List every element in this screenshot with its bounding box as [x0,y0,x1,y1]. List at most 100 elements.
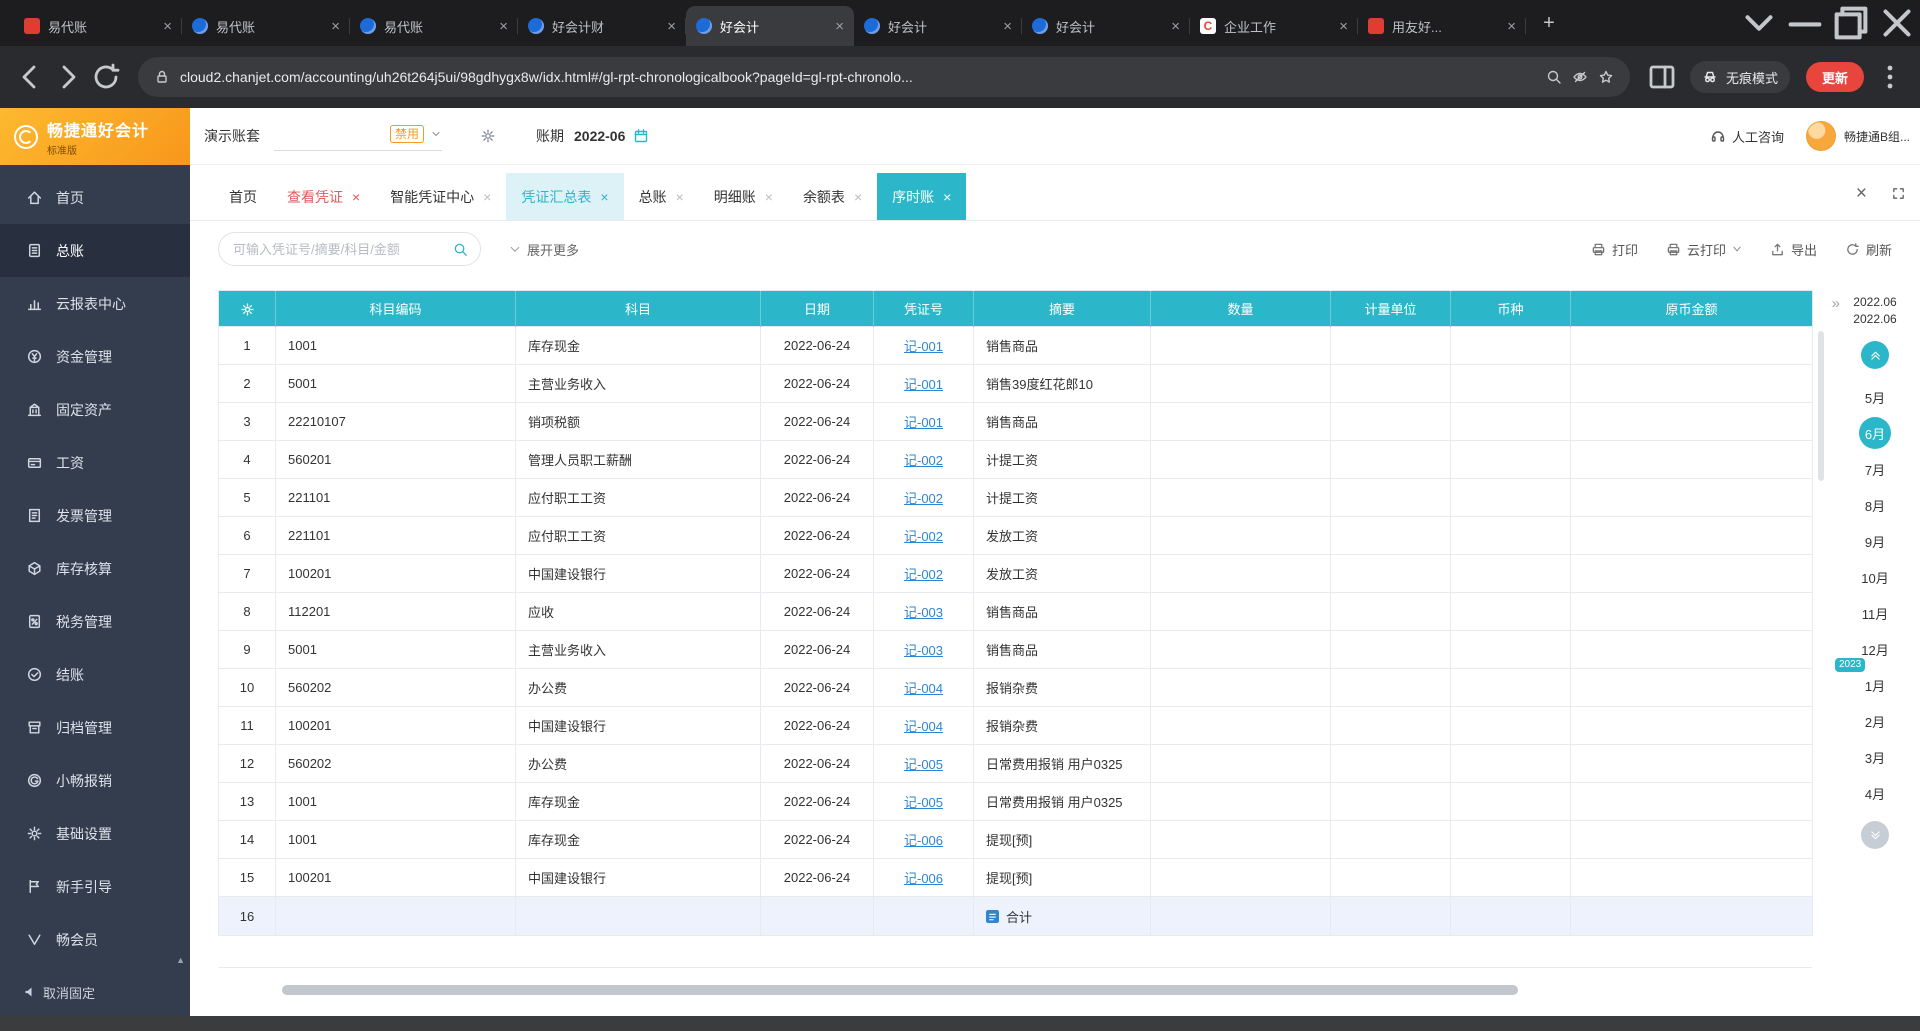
browser-tab-yidaizhang-3[interactable]: 易代账 × [350,6,518,46]
sidebar-item-reimburse[interactable]: 小畅报销 [0,754,190,807]
gear-icon[interactable] [480,128,496,144]
search-icon[interactable] [453,242,468,257]
expand-more-button[interactable]: 展开更多 [509,240,579,259]
unpin-sidebar-button[interactable]: 取消固定 [0,971,190,1013]
sidebar-item-closing[interactable]: 结账 [0,648,190,701]
voucher-link[interactable]: 记-002 [904,529,943,544]
voucher-link[interactable]: 记-003 [904,643,943,658]
workspace-tab-voucher-summary[interactable]: 凭证汇总表 × [506,173,624,220]
workspace-tab-general-ledger[interactable]: 总账 × [624,173,699,220]
tab-close-icon[interactable]: × [667,19,676,34]
voucher-link[interactable]: 记-004 [904,719,943,734]
browser-tab-haokuaiji-2[interactable]: 好会计 × [854,6,1022,46]
sidebar-item-settings[interactable]: 基础设置 [0,807,190,860]
browser-tab-haokuaiji-3[interactable]: 好会计 × [1022,6,1190,46]
workspace-tab-view-voucher[interactable]: 查看凭证 × [272,173,375,220]
month-item-2[interactable]: 6月 [1843,415,1907,451]
search-input[interactable] [233,241,445,257]
maximize-icon[interactable] [1828,0,1874,46]
browser-tab-haokuaiji-cai[interactable]: 好会计财 × [518,6,686,46]
tab-close-icon[interactable]: × [1003,19,1012,34]
reload-icon[interactable] [90,61,122,93]
search-box[interactable] [218,232,481,266]
sidebar-item-tax[interactable]: 税务管理 [0,595,190,648]
sidebar-item-general-ledger[interactable]: 总账 [0,224,190,277]
close-all-tabs-icon[interactable]: × [1856,184,1867,203]
browser-tab-yidaizhang-1[interactable]: 易代账 × [14,6,182,46]
menu-dots-icon[interactable] [1874,61,1906,93]
voucher-link[interactable]: 记-006 [904,833,943,848]
update-button[interactable]: 更新 [1805,62,1864,92]
month-item-10[interactable]: 2月 [1843,703,1907,739]
chevron-down-icon[interactable] [430,128,442,140]
workspace-tab-balance-table[interactable]: 余额表 × [788,173,877,220]
tab-close-icon[interactable]: × [352,190,360,204]
sidebar-item-inventory[interactable]: 库存核算 [0,542,190,595]
tab-close-icon[interactable]: × [1339,19,1348,34]
tab-close-icon[interactable]: × [163,19,172,34]
month-item-3[interactable]: 7月 [1843,451,1907,487]
collapse-month-panel-icon[interactable]: » [1832,295,1840,312]
horizontal-scrollbar[interactable] [282,985,1518,995]
voucher-link[interactable]: 记-006 [904,871,943,886]
tab-close-icon[interactable]: × [943,190,951,204]
tab-close-icon[interactable]: × [483,190,491,204]
user-avatar[interactable] [1805,121,1836,151]
month-item-12[interactable]: 4月 [1843,775,1907,811]
forward-icon[interactable] [52,61,84,93]
workspace-tab-detail-ledger[interactable]: 明细账 × [699,173,788,220]
voucher-link[interactable]: 记-005 [904,795,943,810]
column-settings-header[interactable] [218,290,276,327]
month-item-4[interactable]: 8月 [1843,487,1907,523]
month-item-7[interactable]: 11月 [1843,595,1907,631]
month-item-6[interactable]: 10月 [1843,559,1907,595]
tab-close-icon[interactable]: × [499,19,508,34]
workspace-tab-chronological-ledger[interactable]: 序时账 × [877,173,967,220]
print-button[interactable]: 打印 [1591,240,1638,259]
sidebar-item-archive[interactable]: 归档管理 [0,701,190,754]
sidebar-item-fixed-assets[interactable]: 固定资产 [0,383,190,436]
sidebar-item-home[interactable]: 首页 [0,171,190,224]
voucher-link[interactable]: 记-003 [904,605,943,620]
month-item-9[interactable]: 2023 1月 [1835,658,1907,703]
voucher-link[interactable]: 记-002 [904,453,943,468]
tab-search-chevron-icon[interactable] [1736,0,1782,46]
sidebar-item-cloud-reports[interactable]: 云报表中心 [0,277,190,330]
support-button[interactable]: 人工咨询 [1710,127,1784,146]
fullscreen-icon[interactable] [1891,186,1906,201]
browser-tab-yongyouhao[interactable]: 用友好... × [1358,6,1526,46]
new-tab-icon[interactable]: + [1534,8,1564,38]
scroll-months-up-button[interactable] [1861,341,1889,369]
star-icon[interactable] [1598,69,1614,85]
tab-close-icon[interactable]: × [600,190,608,204]
voucher-link[interactable]: 记-001 [904,415,943,430]
month-item-11[interactable]: 3月 [1843,739,1907,775]
voucher-link[interactable]: 记-005 [904,757,943,772]
table-vertical-scrollbar[interactable] [1818,331,1824,481]
minimize-icon[interactable] [1782,0,1828,46]
tab-close-icon[interactable]: × [331,19,340,34]
workspace-tab-smart-voucher-center[interactable]: 智能凭证中心 × [375,173,506,220]
cloud-print-button[interactable]: 云打印 [1666,240,1742,259]
address-bar[interactable]: cloud2.chanjet.com/accounting/uh26t264j5… [138,57,1630,97]
browser-tab-haokuaiji-active[interactable]: 好会计 × [686,6,854,46]
scroll-months-down-button[interactable] [1861,821,1889,849]
search-icon[interactable] [1546,69,1562,85]
sidebar-item-member[interactable]: 畅会员 [0,913,190,966]
export-button[interactable]: 导出 [1770,240,1817,259]
tab-close-icon[interactable]: × [676,190,684,204]
tab-close-icon[interactable]: × [1171,19,1180,34]
refresh-button[interactable]: 刷新 [1845,240,1892,259]
eye-slash-icon[interactable] [1572,69,1588,85]
month-item-1[interactable]: 5月 [1843,379,1907,415]
tab-close-icon[interactable]: × [835,19,844,34]
sidebar-scroll-up-icon[interactable]: ▲ [176,955,185,965]
tab-close-icon[interactable]: × [765,190,773,204]
browser-tab-yidaizhang-2[interactable]: 易代账 × [182,6,350,46]
voucher-link[interactable]: 记-002 [904,567,943,582]
sidebar-item-invoice[interactable]: 发票管理 [0,489,190,542]
close-window-icon[interactable] [1874,0,1920,46]
sidebar-item-funds[interactable]: 资金管理 [0,330,190,383]
workspace-tab-home[interactable]: 首页 [214,173,272,220]
month-item-5[interactable]: 9月 [1843,523,1907,559]
